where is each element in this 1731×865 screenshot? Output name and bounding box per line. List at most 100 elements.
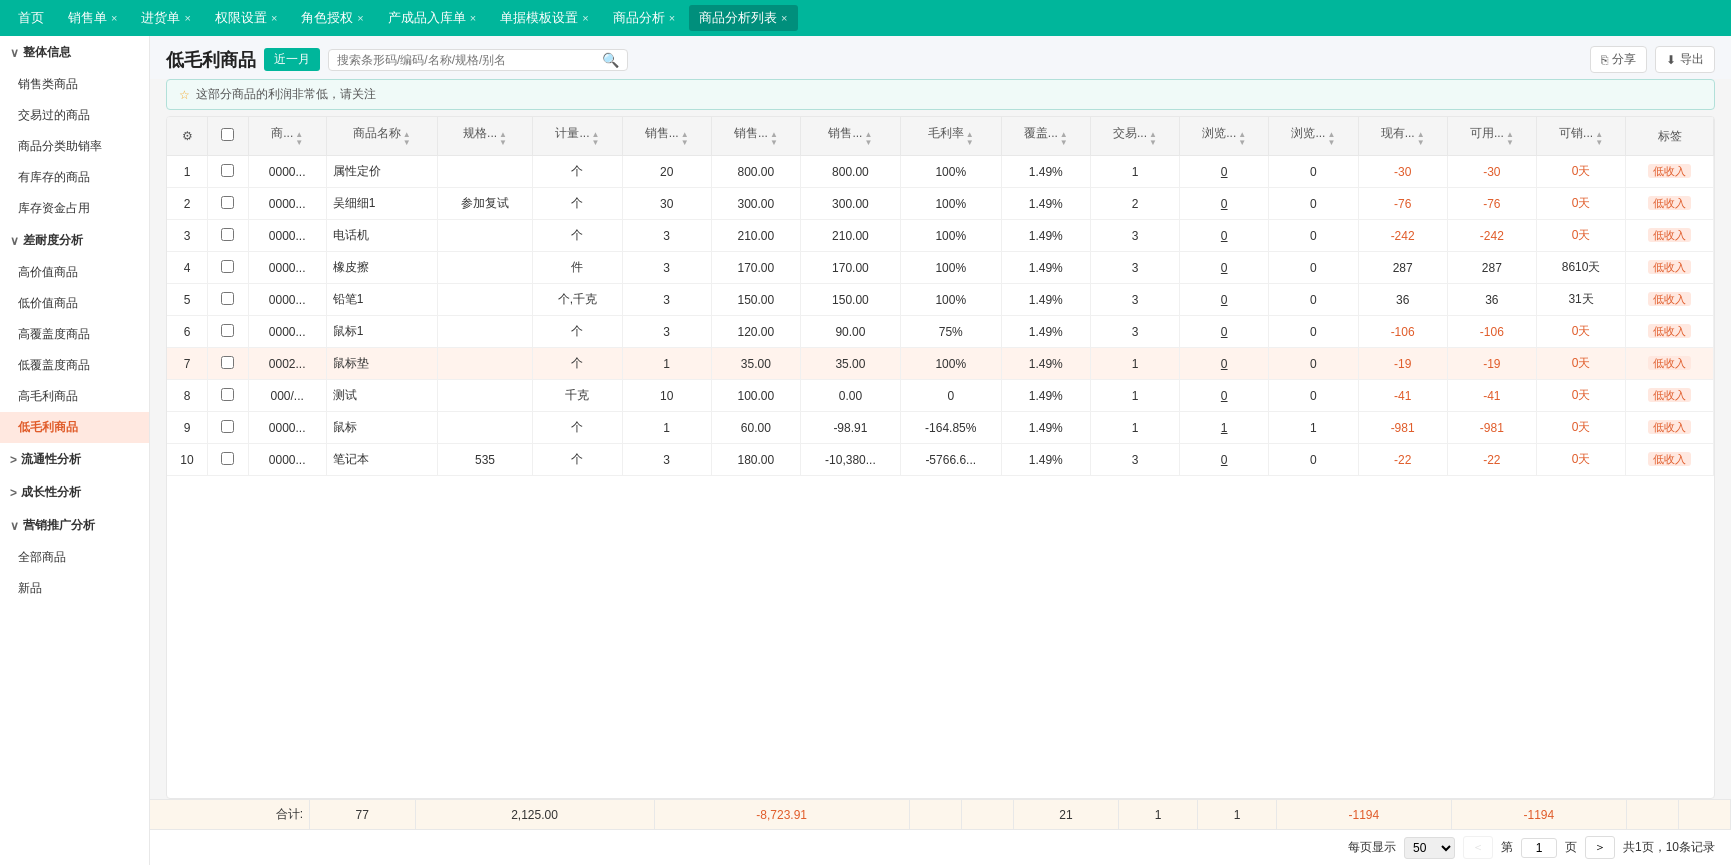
close-icon[interactable]: × [781, 12, 787, 24]
sort-icon[interactable]: ▲▼ [1149, 131, 1157, 147]
sort-icon[interactable]: ▲▼ [1417, 131, 1425, 147]
row-views1[interactable]: 0 [1180, 220, 1269, 252]
search-icon[interactable]: 🔍 [602, 52, 619, 68]
col-header-sales_qty[interactable]: 销售...▲▼ [622, 117, 711, 156]
sidebar-item-有库存的商品[interactable]: 有库存的商品 [0, 162, 149, 193]
sort-icon[interactable]: ▲▼ [591, 131, 599, 147]
nav-item-角色授权[interactable]: 角色授权× [291, 5, 373, 31]
page-input[interactable] [1521, 838, 1557, 858]
row-checkbox-input[interactable] [221, 324, 234, 337]
col-header-spec[interactable]: 规格...▲▼ [437, 117, 533, 156]
col-header-sales_profit[interactable]: 销售...▲▼ [800, 117, 900, 156]
row-checkbox[interactable] [208, 316, 249, 348]
sidebar-item-低价值商品[interactable]: 低价值商品 [0, 288, 149, 319]
nav-item-销售单[interactable]: 销售单× [58, 5, 127, 31]
sort-icon[interactable]: ▲▼ [499, 131, 507, 147]
prev-page-button[interactable]: ＜ [1463, 836, 1493, 859]
sidebar-item-全部商品[interactable]: 全部商品 [0, 542, 149, 573]
nav-item-商品分析列表[interactable]: 商品分析列表× [689, 5, 797, 31]
sidebar-group-营销推广分析[interactable]: ∨营销推广分析 [0, 509, 149, 542]
sidebar-item-交易过的商品[interactable]: 交易过的商品 [0, 100, 149, 131]
sort-icon[interactable]: ▲▼ [1060, 131, 1068, 147]
row-checkbox[interactable] [208, 412, 249, 444]
row-checkbox-input[interactable] [221, 260, 234, 273]
nav-item-进货单[interactable]: 进货单× [131, 5, 200, 31]
sort-icon[interactable]: ▲▼ [1327, 131, 1335, 147]
row-views1[interactable]: 0 [1180, 348, 1269, 380]
col-header-gross_margin[interactable]: 毛利率▲▼ [900, 117, 1001, 156]
col-header-sales_amount[interactable]: 销售...▲▼ [711, 117, 800, 156]
row-views1[interactable]: 0 [1180, 188, 1269, 220]
sidebar-group-成长性分析[interactable]: >成长性分析 [0, 476, 149, 509]
sidebar-group-流通性分析[interactable]: >流通性分析 [0, 443, 149, 476]
sidebar-item-低毛利商品[interactable]: 低毛利商品 [0, 412, 149, 443]
nav-item-商品分析[interactable]: 商品分析× [603, 5, 685, 31]
sidebar-item-库存资金占用[interactable]: 库存资金占用 [0, 193, 149, 224]
sidebar-item-新品[interactable]: 新品 [0, 573, 149, 604]
col-header-saleable[interactable]: 可销...▲▼ [1536, 117, 1625, 156]
sort-icon[interactable]: ▲▼ [1238, 131, 1246, 147]
per-page-select[interactable]: 5020100 [1404, 837, 1455, 859]
sidebar-item-高覆盖度商品[interactable]: 高覆盖度商品 [0, 319, 149, 350]
close-icon[interactable]: × [582, 12, 588, 24]
sort-icon[interactable]: ▲▼ [403, 131, 411, 147]
row-checkbox[interactable] [208, 444, 249, 476]
sidebar-group-整体信息[interactable]: ∨整体信息 [0, 36, 149, 69]
sidebar-item-高毛利商品[interactable]: 高毛利商品 [0, 381, 149, 412]
sidebar-item-销售类商品[interactable]: 销售类商品 [0, 69, 149, 100]
filter-button[interactable]: 近一月 [264, 48, 320, 71]
col-header-coverage[interactable]: 覆盖...▲▼ [1001, 117, 1090, 156]
share-button[interactable]: ⎘ 分享 [1590, 46, 1647, 73]
row-checkbox-input[interactable] [221, 164, 234, 177]
sidebar-item-低覆盖度商品[interactable]: 低覆盖度商品 [0, 350, 149, 381]
nav-item-权限设置[interactable]: 权限设置× [205, 5, 287, 31]
row-views1[interactable]: 0 [1180, 156, 1269, 188]
sort-icon[interactable]: ▲▼ [1506, 131, 1514, 147]
col-header-current_stock[interactable]: 现有...▲▼ [1358, 117, 1447, 156]
row-checkbox[interactable] [208, 380, 249, 412]
close-icon[interactable]: × [184, 12, 190, 24]
sort-icon[interactable]: ▲▼ [966, 131, 974, 147]
row-checkbox-input[interactable] [221, 228, 234, 241]
col-header-code[interactable]: 商...▲▼ [248, 117, 326, 156]
row-checkbox-input[interactable] [221, 196, 234, 209]
search-input[interactable] [337, 53, 602, 67]
row-checkbox[interactable] [208, 284, 249, 316]
row-views1[interactable]: 1 [1180, 412, 1269, 444]
sort-icon[interactable]: ▲▼ [681, 131, 689, 147]
settings-icon[interactable]: ⚙ [182, 129, 193, 143]
row-checkbox[interactable] [208, 188, 249, 220]
sort-icon[interactable]: ▲▼ [770, 131, 778, 147]
sidebar-group-差耐度分析[interactable]: ∨差耐度分析 [0, 224, 149, 257]
row-views1[interactable]: 0 [1180, 444, 1269, 476]
row-views1[interactable]: 0 [1180, 316, 1269, 348]
col-header-trade[interactable]: 交易...▲▼ [1090, 117, 1179, 156]
row-checkbox-input[interactable] [221, 356, 234, 369]
col-header-views1[interactable]: 浏览...▲▼ [1180, 117, 1269, 156]
row-views1[interactable]: 0 [1180, 284, 1269, 316]
row-checkbox[interactable] [208, 220, 249, 252]
close-icon[interactable]: × [271, 12, 277, 24]
select-all-checkbox[interactable] [221, 128, 234, 141]
sort-icon[interactable]: ▲▼ [1595, 131, 1603, 147]
row-checkbox[interactable] [208, 348, 249, 380]
close-icon[interactable]: × [111, 12, 117, 24]
row-views1[interactable]: 0 [1180, 252, 1269, 284]
row-checkbox[interactable] [208, 156, 249, 188]
row-checkbox-input[interactable] [221, 420, 234, 433]
close-icon[interactable]: × [357, 12, 363, 24]
col-header-name[interactable]: 商品名称▲▼ [326, 117, 437, 156]
nav-item-产成品入库单[interactable]: 产成品入库单× [378, 5, 486, 31]
table-container[interactable]: ⚙商...▲▼商品名称▲▼规格...▲▼计量...▲▼销售...▲▼销售...▲… [166, 116, 1715, 799]
sort-icon[interactable]: ▲▼ [864, 131, 872, 147]
col-header-available[interactable]: 可用...▲▼ [1447, 117, 1536, 156]
close-icon[interactable]: × [470, 12, 476, 24]
sort-icon[interactable]: ▲▼ [295, 131, 303, 147]
row-checkbox-input[interactable] [221, 452, 234, 465]
export-button[interactable]: ⬇ 导出 [1655, 46, 1715, 73]
col-header-views2[interactable]: 浏览...▲▼ [1269, 117, 1358, 156]
row-views1[interactable]: 0 [1180, 380, 1269, 412]
next-page-button[interactable]: ＞ [1585, 836, 1615, 859]
close-icon[interactable]: × [669, 12, 675, 24]
row-checkbox-input[interactable] [221, 388, 234, 401]
